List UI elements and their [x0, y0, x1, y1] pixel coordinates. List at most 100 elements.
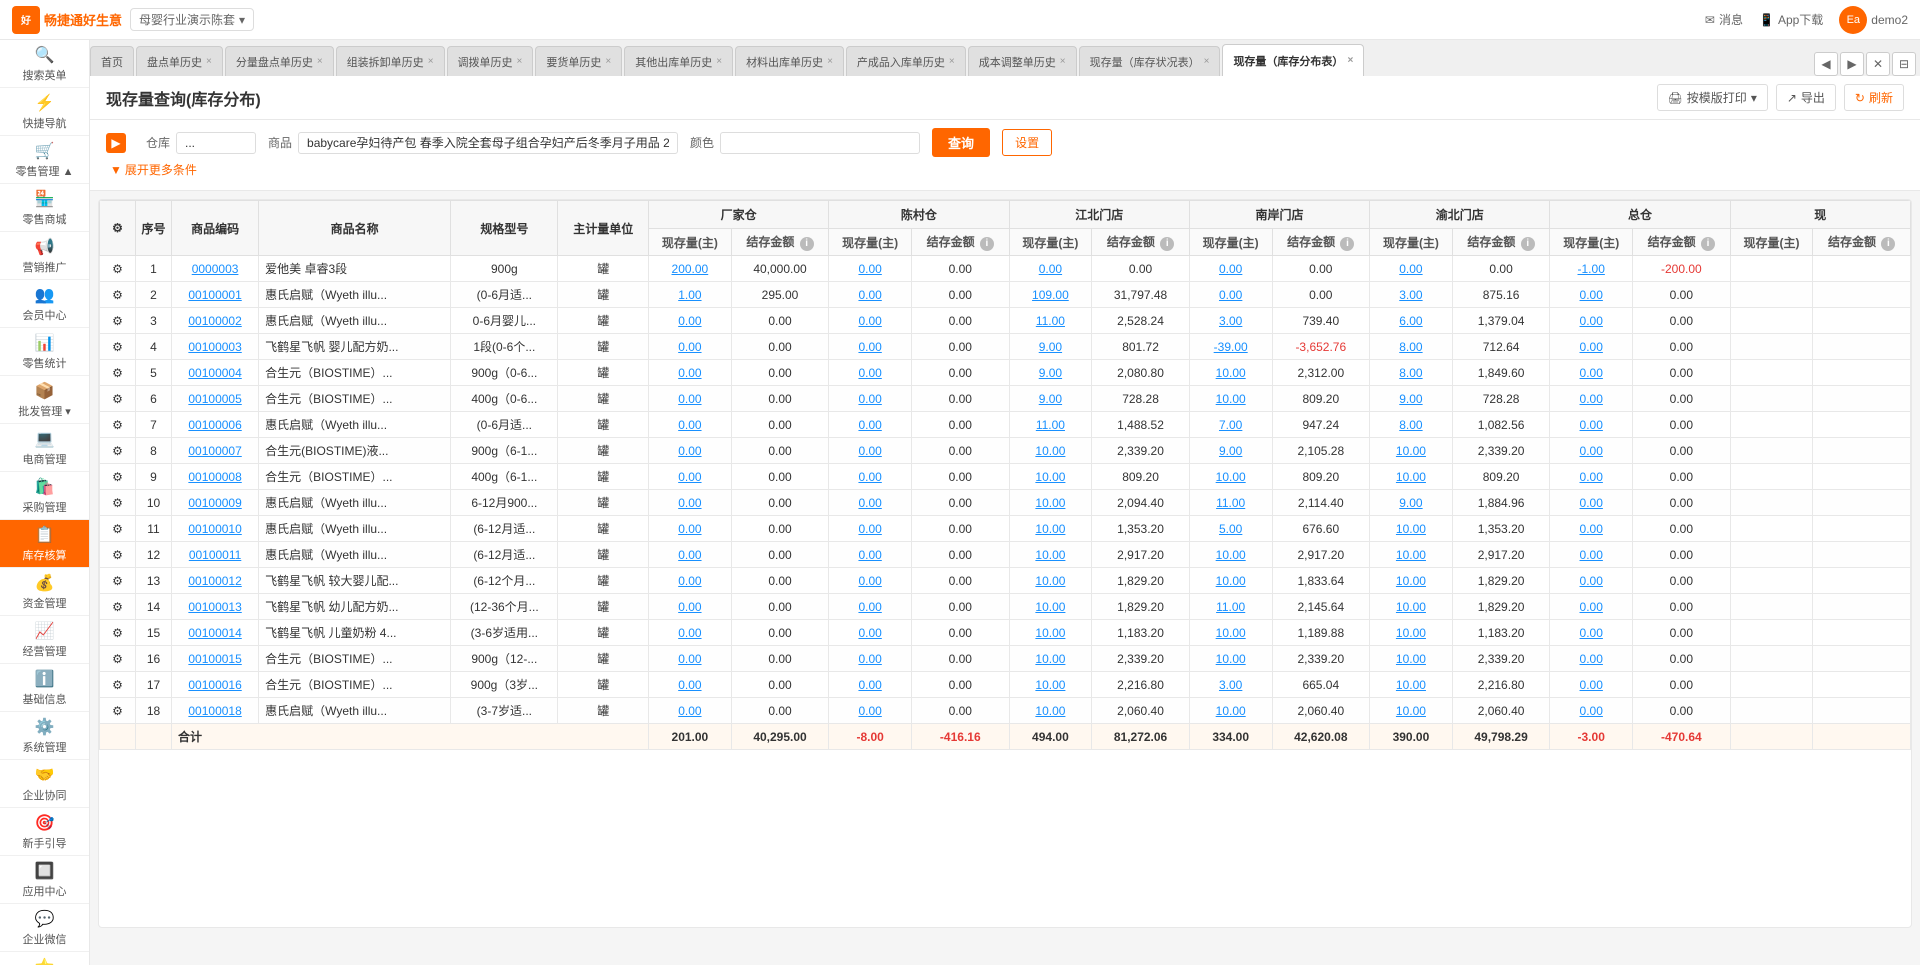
td-fj-qty[interactable]: 0.00: [649, 386, 732, 412]
td-yb-qty[interactable]: 10.00: [1370, 568, 1453, 594]
td-zc-qty[interactable]: 0.00: [1550, 698, 1633, 724]
export-btn[interactable]: ↗ 导出: [1776, 84, 1836, 111]
sidebar-item-search[interactable]: 🔍 搜索英单: [0, 40, 89, 88]
td-fj-qty[interactable]: 0.00: [649, 542, 732, 568]
td-na-qty[interactable]: 10.00: [1189, 568, 1272, 594]
sidebar-item-purchase[interactable]: 🛍️ 采购管理: [0, 472, 89, 520]
info-icon[interactable]: i: [1881, 237, 1895, 251]
td-fj-qty[interactable]: 0.00: [649, 568, 732, 594]
td-jb-qty[interactable]: 10.00: [1009, 490, 1092, 516]
td-na-qty[interactable]: 5.00: [1189, 516, 1272, 542]
td-yb-qty[interactable]: 10.00: [1370, 646, 1453, 672]
td-zc-qty[interactable]: 0.00: [1550, 620, 1633, 646]
td-gear[interactable]: ⚙: [100, 698, 136, 724]
td-code[interactable]: 00100001: [172, 282, 259, 308]
nav-selector[interactable]: 母婴行业演示陈套 ▾: [130, 8, 254, 31]
color-input[interactable]: [720, 132, 920, 154]
td-cc-qty[interactable]: 0.00: [829, 568, 912, 594]
td-yb-qty[interactable]: 8.00: [1370, 412, 1453, 438]
td-gear[interactable]: ⚙: [100, 672, 136, 698]
sidebar-item-wholesale[interactable]: 📦 批发管理 ▾: [0, 376, 89, 424]
tab-close-icon[interactable]: ×: [827, 56, 833, 67]
sidebar-item-member[interactable]: 👥 会员中心: [0, 280, 89, 328]
tab-transfer[interactable]: 调拨单历史 ×: [447, 46, 534, 76]
product-input[interactable]: [298, 132, 678, 154]
td-code[interactable]: 00100007: [172, 438, 259, 464]
tab-finished-inbound[interactable]: 产成品入库单历史 ×: [846, 46, 966, 76]
td-na-qty[interactable]: 3.00: [1189, 308, 1272, 334]
td-na-qty[interactable]: 10.00: [1189, 620, 1272, 646]
td-yb-qty[interactable]: 0.00: [1370, 256, 1453, 282]
td-cc-qty[interactable]: 0.00: [829, 256, 912, 282]
sidebar-item-retail-stats[interactable]: 📊 零售统计: [0, 328, 89, 376]
tab-close-icon[interactable]: ×: [1204, 56, 1210, 67]
tab-material-outbound[interactable]: 材料出库单历史 ×: [735, 46, 844, 76]
td-cc-qty[interactable]: 0.00: [829, 412, 912, 438]
warehouse-input[interactable]: [176, 132, 256, 154]
sidebar-item-quicknav[interactable]: ⚡ 快捷导航: [0, 88, 89, 136]
td-yb-qty[interactable]: 10.00: [1370, 464, 1453, 490]
td-cc-qty[interactable]: 0.00: [829, 516, 912, 542]
td-zc-qty[interactable]: -1.00: [1550, 256, 1633, 282]
td-jb-qty[interactable]: 10.00: [1009, 542, 1092, 568]
td-cc-qty[interactable]: 0.00: [829, 334, 912, 360]
td-zc-qty[interactable]: 0.00: [1550, 334, 1633, 360]
td-code[interactable]: 00100003: [172, 334, 259, 360]
td-fj-qty[interactable]: 0.00: [649, 438, 732, 464]
td-jb-qty[interactable]: 9.00: [1009, 386, 1092, 412]
td-yb-qty[interactable]: 8.00: [1370, 334, 1453, 360]
td-jb-qty[interactable]: 9.00: [1009, 334, 1092, 360]
tab-assembly[interactable]: 组装拆卸单历史 ×: [336, 46, 445, 76]
sidebar-item-wechat[interactable]: 💬 企业微信: [0, 904, 89, 952]
sidebar-item-mall[interactable]: 🏪 零售商城: [0, 184, 89, 232]
td-cc-qty[interactable]: 0.00: [829, 464, 912, 490]
tab-next-btn[interactable]: ▶: [1840, 52, 1864, 76]
td-gear[interactable]: ⚙: [100, 542, 136, 568]
td-jb-qty[interactable]: 10.00: [1009, 464, 1092, 490]
td-cc-qty[interactable]: 0.00: [829, 594, 912, 620]
sidebar-item-guide[interactable]: 🎯 新手引导: [0, 808, 89, 856]
td-jb-qty[interactable]: 9.00: [1009, 360, 1092, 386]
td-gear[interactable]: ⚙: [100, 594, 136, 620]
td-jb-qty[interactable]: 10.00: [1009, 698, 1092, 724]
td-yb-qty[interactable]: 10.00: [1370, 438, 1453, 464]
td-cc-qty[interactable]: 0.00: [829, 542, 912, 568]
tab-cost-adjust[interactable]: 成本调整单历史 ×: [968, 46, 1077, 76]
td-zc-qty[interactable]: 0.00: [1550, 646, 1633, 672]
td-yb-qty[interactable]: 9.00: [1370, 490, 1453, 516]
td-yb-qty[interactable]: 8.00: [1370, 360, 1453, 386]
td-fj-qty[interactable]: 0.00: [649, 334, 732, 360]
td-yb-qty[interactable]: 10.00: [1370, 542, 1453, 568]
td-yb-qty[interactable]: 10.00: [1370, 620, 1453, 646]
td-code[interactable]: 00100004: [172, 360, 259, 386]
query-btn[interactable]: 查询: [932, 128, 990, 157]
td-fj-qty[interactable]: 0.00: [649, 412, 732, 438]
expand-conditions-btn[interactable]: ▼ 展开更多条件: [110, 161, 1900, 178]
td-code[interactable]: 00100014: [172, 620, 259, 646]
td-na-qty[interactable]: 0.00: [1189, 256, 1272, 282]
td-jb-qty[interactable]: 10.00: [1009, 438, 1092, 464]
td-na-qty[interactable]: 7.00: [1189, 412, 1272, 438]
td-gear[interactable]: ⚙: [100, 360, 136, 386]
tab-close-all-btn[interactable]: ✕: [1866, 52, 1890, 76]
td-yb-qty[interactable]: 6.00: [1370, 308, 1453, 334]
info-icon[interactable]: i: [1160, 237, 1174, 251]
tab-menu-btn[interactable]: ⊟: [1892, 52, 1916, 76]
td-cc-qty[interactable]: 0.00: [829, 620, 912, 646]
td-cc-qty[interactable]: 0.00: [829, 490, 912, 516]
td-na-qty[interactable]: 3.00: [1189, 672, 1272, 698]
td-zc-qty[interactable]: 0.00: [1550, 594, 1633, 620]
td-zc-qty[interactable]: 0.00: [1550, 282, 1633, 308]
td-na-qty[interactable]: 10.00: [1189, 542, 1272, 568]
sidebar-item-apps[interactable]: 🔲 应用中心: [0, 856, 89, 904]
td-code[interactable]: 0000003: [172, 256, 259, 282]
sidebar-item-vip[interactable]: ⭐ 畅会员: [0, 952, 89, 965]
td-code[interactable]: 00100018: [172, 698, 259, 724]
tab-close-icon[interactable]: ×: [605, 56, 611, 67]
print-btn[interactable]: 🖨 按模版打印 ▾: [1657, 84, 1768, 111]
td-na-qty[interactable]: 11.00: [1189, 594, 1272, 620]
td-jb-qty[interactable]: 109.00: [1009, 282, 1092, 308]
tab-stock-status[interactable]: 现存量（库存状况表） ×: [1079, 46, 1221, 76]
sidebar-item-basic-info[interactable]: ℹ️ 基础信息: [0, 664, 89, 712]
td-cc-qty[interactable]: 0.00: [829, 360, 912, 386]
